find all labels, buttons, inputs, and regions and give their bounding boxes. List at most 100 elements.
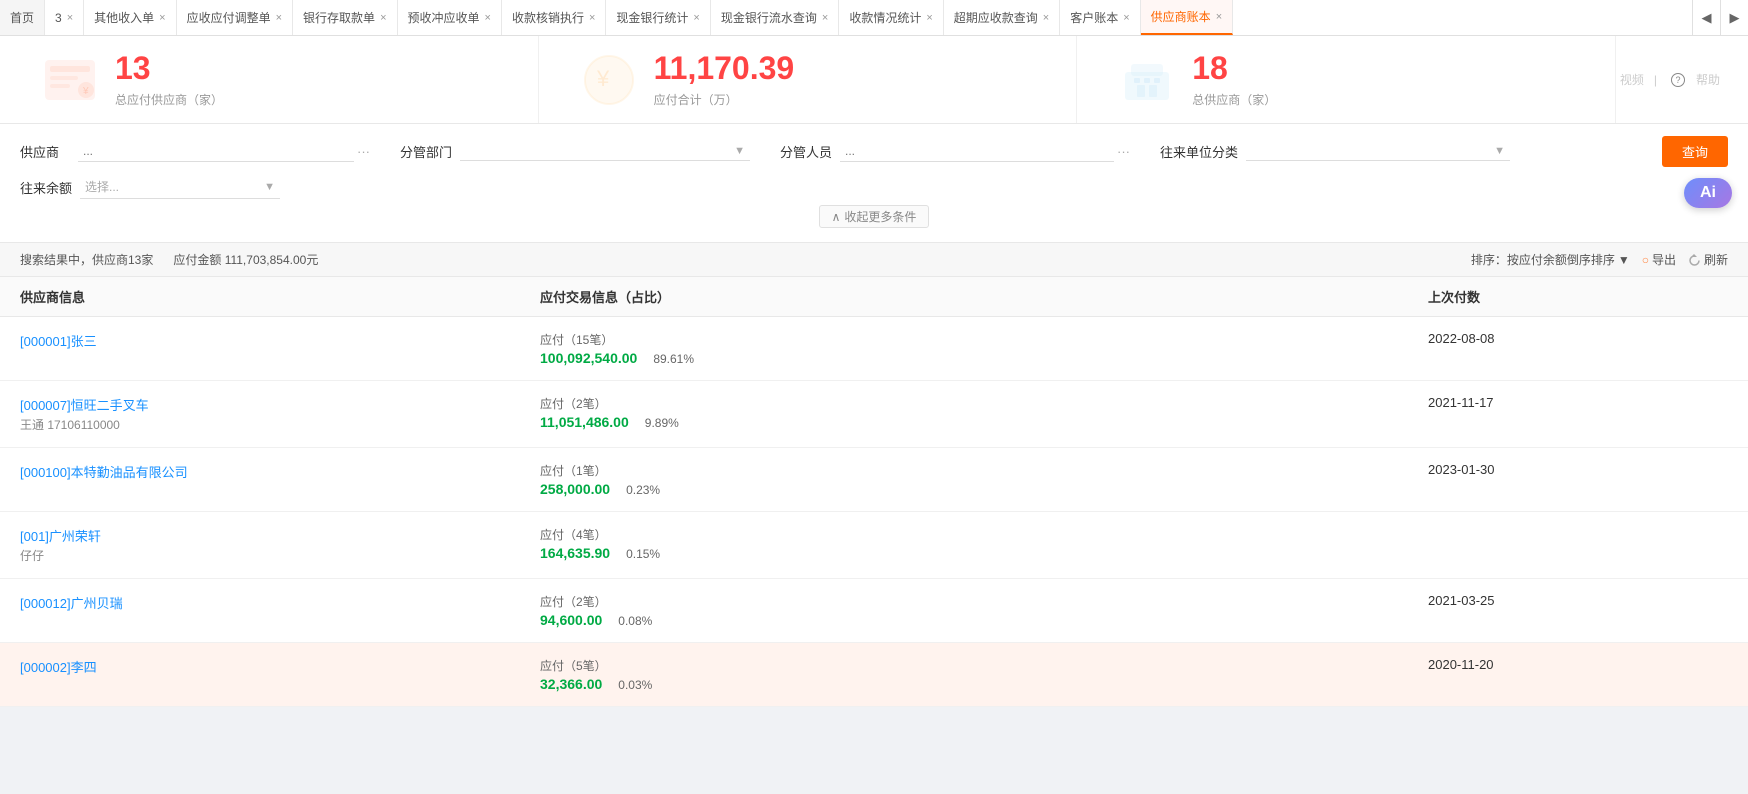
tab-close-icon-3[interactable]: × bbox=[276, 12, 282, 24]
last-pay-cell-5: 2020-11-20 bbox=[1428, 657, 1728, 672]
trans-amount-0: 100,092,540.00 bbox=[540, 350, 637, 366]
supplier-cell-4: [000012]广州贝瑞 bbox=[20, 593, 540, 612]
category-select[interactable]: ▼ bbox=[1246, 142, 1510, 161]
trans-label-4: 应付（2笔） bbox=[540, 593, 1428, 610]
supplier-sub-3: 仔仔 bbox=[20, 547, 540, 564]
stat-content-1: 13 总应付供应商（家） bbox=[115, 51, 223, 107]
stats-bar: ¥ 13 总应付供应商（家） ¥ 11,170.39 应付合计（万） bbox=[0, 36, 1748, 124]
query-button[interactable]: 查询 bbox=[1662, 136, 1728, 167]
trans-percent-5: 0.03% bbox=[618, 678, 652, 692]
supplier-name-1[interactable]: [000007]恒旺二手叉车 bbox=[20, 398, 149, 413]
supplier-name-5[interactable]: [000002]李四 bbox=[20, 660, 97, 675]
filter-supplier: 供应商 ··· bbox=[20, 141, 370, 162]
nav-tab-7[interactable]: 现金银行统计× bbox=[606, 0, 710, 35]
filter-row-2: 往来余额 选择... ▼ bbox=[20, 175, 1728, 199]
nav-tab-4[interactable]: 银行存取款单× bbox=[293, 0, 397, 35]
tab-close-icon-1[interactable]: × bbox=[67, 12, 73, 24]
filter-balance: 往来余额 选择... ▼ bbox=[20, 175, 370, 199]
link-separator: | bbox=[1654, 73, 1657, 87]
nav-tab-2[interactable]: 其他收入单× bbox=[84, 0, 176, 35]
nav-tab-5[interactable]: 预收冲应收单× bbox=[398, 0, 502, 35]
nav-tab-11[interactable]: 客户账本× bbox=[1060, 0, 1140, 35]
nav-tab-3[interactable]: 应收应付调整单× bbox=[177, 0, 293, 35]
tab-close-icon-9[interactable]: × bbox=[926, 12, 932, 24]
help-text: 帮助 bbox=[1696, 71, 1720, 88]
nav-tab-12[interactable]: 供应商账本× bbox=[1141, 0, 1233, 35]
trans-amount-2: 258,000.00 bbox=[540, 481, 610, 497]
stat-number-2: 11,170.39 bbox=[654, 51, 795, 86]
transaction-cell-1: 应付（2笔）11,051,486.009.89% bbox=[540, 395, 1428, 430]
tab-close-icon-4[interactable]: × bbox=[380, 12, 386, 24]
trans-row-2: 258,000.00 0.23% bbox=[540, 479, 1428, 497]
nav-tab-8[interactable]: 现金银行流水查询× bbox=[711, 0, 839, 35]
table-row-3: [001]广州荣轩仔仔应付（4笔）164,635.900.15% bbox=[0, 512, 1748, 579]
filter-section: 供应商 ··· 分管部门 ▼ 分管人员 ··· 往来单位分类 ▼ 查询 往来 bbox=[0, 124, 1748, 243]
supplier-cell-0: [000001]张三 bbox=[20, 331, 540, 350]
tab-close-icon-10[interactable]: × bbox=[1043, 12, 1049, 24]
refresh-button[interactable]: 刷新 bbox=[1688, 251, 1728, 268]
balance-select-text: 选择... bbox=[85, 178, 264, 195]
tab-close-icon-5[interactable]: × bbox=[485, 12, 491, 24]
export-button[interactable]: ○ 导出 bbox=[1642, 251, 1676, 268]
department-select[interactable]: ▼ bbox=[460, 142, 750, 161]
filter-supplier-label: 供应商 bbox=[20, 142, 70, 161]
filter-department-label: 分管部门 bbox=[400, 142, 452, 161]
sort-label: 排序：按应付余额倒序排序 bbox=[1471, 251, 1615, 268]
supplier-name-3[interactable]: [001]广州荣轩 bbox=[20, 529, 101, 544]
supplier-cell-3: [001]广州荣轩仔仔 bbox=[20, 526, 540, 564]
tab-close-icon-7[interactable]: × bbox=[693, 12, 699, 24]
svg-text:¥: ¥ bbox=[82, 86, 89, 97]
tab-close-icon-12[interactable]: × bbox=[1216, 11, 1222, 23]
trans-amount-3: 164,635.90 bbox=[540, 545, 610, 561]
department-arrow-icon: ▼ bbox=[734, 145, 745, 157]
collapse-button[interactable]: ∧ 收起更多条件 bbox=[819, 205, 930, 228]
trans-row-4: 94,600.000.08% bbox=[540, 610, 1428, 628]
filter-manager: 分管人员 ··· bbox=[780, 141, 1130, 162]
supplier-cell-1: [000007]恒旺二手叉车王通 17106110000 bbox=[20, 395, 540, 433]
svg-text:¥: ¥ bbox=[596, 66, 610, 91]
trans-percent-2: 0.23% bbox=[626, 483, 660, 497]
nav-next-arrow[interactable]: ▶ bbox=[1720, 0, 1748, 35]
stat-label-3: 总供应商（家） bbox=[1192, 91, 1276, 108]
balance-select[interactable]: 选择... ▼ bbox=[80, 175, 280, 199]
tab-close-icon-8[interactable]: × bbox=[822, 12, 828, 24]
nav-tab-0[interactable]: 首页 bbox=[0, 0, 45, 35]
tab-close-icon-6[interactable]: × bbox=[589, 12, 595, 24]
trans-percent-4: 0.08% bbox=[618, 614, 652, 628]
refresh-icon bbox=[1688, 252, 1701, 266]
stat-label-2: 应付合计（万） bbox=[654, 91, 795, 108]
trans-label-5: 应付（5笔） bbox=[540, 657, 1428, 674]
tab-close-icon-2[interactable]: × bbox=[159, 12, 165, 24]
supplier-input[interactable] bbox=[78, 141, 354, 162]
trans-label-2: 应付（1笔） bbox=[540, 462, 1428, 479]
filter-category: 往来单位分类 ▼ bbox=[1160, 142, 1510, 161]
transaction-cell-4: 应付（2笔）94,600.000.08% bbox=[540, 593, 1428, 628]
nav-prev-arrow[interactable]: ◀ bbox=[1692, 0, 1720, 35]
trans-row-0: 100,092,540.0089.61% bbox=[540, 348, 1428, 366]
nav-tab-10[interactable]: 超期应收款查询× bbox=[944, 0, 1060, 35]
nav-tab-6[interactable]: 收款核销执行× bbox=[502, 0, 606, 35]
nav-tab-9[interactable]: 收款情况统计× bbox=[839, 0, 943, 35]
ai-badge[interactable]: Ai bbox=[1684, 178, 1732, 208]
export-icon: ○ bbox=[1642, 253, 1649, 267]
collapse-label: 收起更多条件 bbox=[844, 208, 916, 225]
nav-tab-1[interactable]: 3× bbox=[45, 0, 84, 35]
result-text: 搜索结果中，供应商13家 bbox=[20, 251, 153, 268]
refresh-label: 刷新 bbox=[1704, 251, 1728, 268]
filter-category-label: 往来单位分类 bbox=[1160, 142, 1238, 161]
stat-icon-3 bbox=[1117, 50, 1177, 110]
help-icon: ? bbox=[1671, 73, 1685, 87]
supplier-sub-1: 王通 17106110000 bbox=[20, 416, 540, 433]
manager-input[interactable] bbox=[840, 141, 1114, 162]
summary-bar: 搜索结果中，供应商13家 应付金额 111,703,854.00元 排序：按应付… bbox=[0, 243, 1748, 277]
video-link[interactable]: 视频 bbox=[1620, 71, 1644, 88]
supplier-name-2[interactable]: [000100]本特勤油品有限公司 bbox=[20, 465, 188, 480]
last-pay-cell-4: 2021-03-25 bbox=[1428, 593, 1728, 608]
supplier-name-4[interactable]: [000012]广州贝瑞 bbox=[20, 596, 123, 611]
help-link[interactable]: ? 帮助 bbox=[1667, 71, 1724, 88]
stat-label-1: 总应付供应商（家） bbox=[115, 91, 223, 108]
trans-percent-1: 9.89% bbox=[645, 416, 679, 430]
sort-button[interactable]: 排序：按应付余额倒序排序 ▼ bbox=[1471, 251, 1630, 268]
tab-close-icon-11[interactable]: × bbox=[1123, 12, 1129, 24]
supplier-name-0[interactable]: [000001]张三 bbox=[20, 334, 97, 349]
